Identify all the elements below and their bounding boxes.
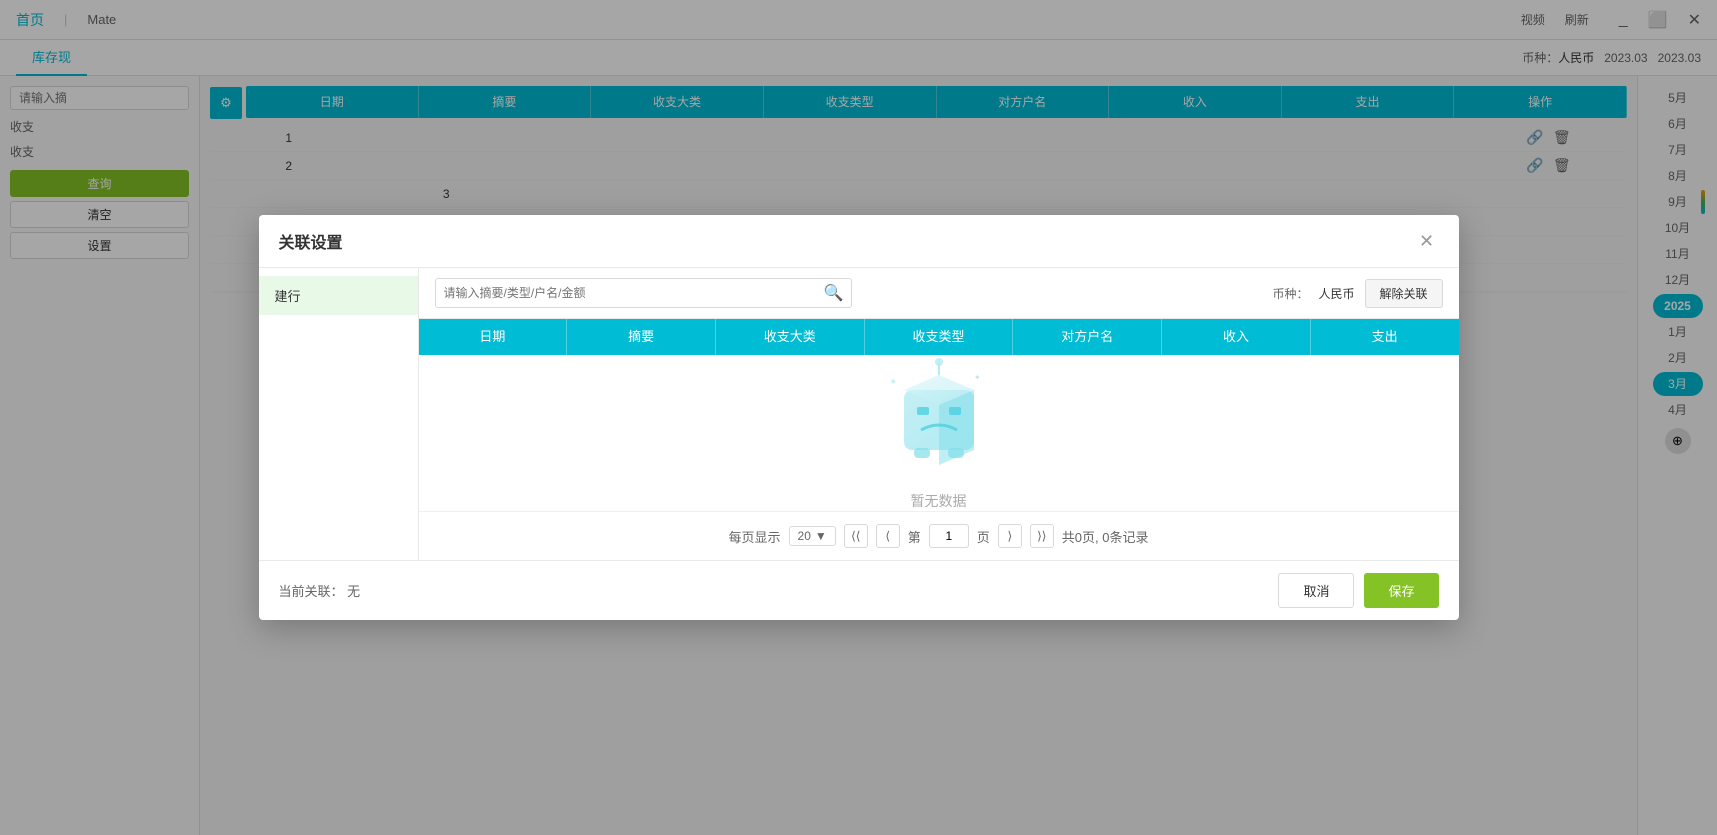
col-date: 日期 <box>419 319 568 355</box>
cancel-button[interactable]: 取消 <box>1278 573 1354 608</box>
save-button[interactable]: 保存 <box>1364 573 1438 608</box>
modal-search-bar: 🔍 币种： 人民币 解除关联 <box>419 268 1459 319</box>
col-expense: 支出 <box>1311 319 1459 355</box>
col-income-cat: 收支大类 <box>716 319 865 355</box>
modal-search-input[interactable] <box>444 286 818 300</box>
col-income-type: 收支类型 <box>865 319 1014 355</box>
empty-state-icon: ✦ ✦ · <box>879 355 999 475</box>
modal-page-size-select[interactable]: 20 ▼ <box>789 526 836 546</box>
dropdown-chevron-icon: ▼ <box>815 529 827 543</box>
bank-item-ccb[interactable]: 建行 <box>259 276 418 315</box>
table-header: 日期 摘要 收支大类 收支类型 对方户名 收入 支出 <box>419 319 1459 355</box>
table-empty-state: ✦ ✦ · 暂无数据 <box>419 355 1459 511</box>
modal-overlay: 关联设置 ✕ 建行 🔍 币种： 人民币 解除关联 <box>0 0 1717 835</box>
modal-total-records: 共0页, 0条记录 <box>1062 527 1149 546</box>
modal-page-suffix: 页 <box>977 527 990 546</box>
modal-body: 建行 🔍 币种： 人民币 解除关联 <box>259 268 1459 560</box>
current-link-value: 无 <box>347 584 360 599</box>
modal-page-label: 第 <box>908 527 921 546</box>
empty-text: 暂无数据 <box>911 491 967 511</box>
svg-text:✦: ✦ <box>889 377 897 388</box>
col-income: 收入 <box>1162 319 1311 355</box>
modal-last-page-btn[interactable]: ⟩⟩ <box>1030 524 1054 548</box>
col-summary: 摘要 <box>567 319 716 355</box>
current-link-info: 当前关联： 无 <box>279 581 361 600</box>
footer-buttons: 取消 保存 <box>1278 573 1438 608</box>
modal-dialog: 关联设置 ✕ 建行 🔍 币种： 人民币 解除关联 <box>259 215 1459 620</box>
modal-close-btn[interactable]: ✕ <box>1415 229 1439 253</box>
currency-value: 人民币 <box>1318 285 1354 302</box>
bank-list: 建行 <box>259 268 419 560</box>
modal-footer: 当前关联： 无 取消 保存 <box>259 560 1459 620</box>
modal-first-page-btn[interactable]: ⟨⟨ <box>844 524 868 548</box>
modal-page-input[interactable] <box>929 524 969 548</box>
modal-data-table: 日期 摘要 收支大类 收支类型 对方户名 收入 支出 <box>419 319 1459 511</box>
col-counterpart: 对方户名 <box>1013 319 1162 355</box>
modal-prev-page-btn[interactable]: ⟨ <box>876 524 900 548</box>
modal-title: 关联设置 <box>279 229 343 253</box>
svg-text:✦: ✦ <box>974 373 981 382</box>
per-page-label: 每页显示 <box>729 527 781 546</box>
modal-pagination: 每页显示 20 ▼ ⟨⟨ ⟨ 第 页 ⟩ ⟩⟩ 共0页, 0条记录 <box>419 511 1459 560</box>
modal-main-content: 🔍 币种： 人民币 解除关联 日期 摘要 收支大类 收支类型 对方户名 <box>419 268 1459 560</box>
current-link-label: 当前关联： <box>279 584 344 599</box>
modal-header: 关联设置 ✕ <box>259 215 1459 268</box>
svg-text:·: · <box>884 410 886 417</box>
search-icon[interactable]: 🔍 <box>824 283 844 303</box>
unlink-btn[interactable]: 解除关联 <box>1365 279 1443 308</box>
search-input-wrap: 🔍 <box>435 278 853 308</box>
currency-label: 币种： <box>1272 285 1308 302</box>
modal-next-page-btn[interactable]: ⟩ <box>998 524 1022 548</box>
